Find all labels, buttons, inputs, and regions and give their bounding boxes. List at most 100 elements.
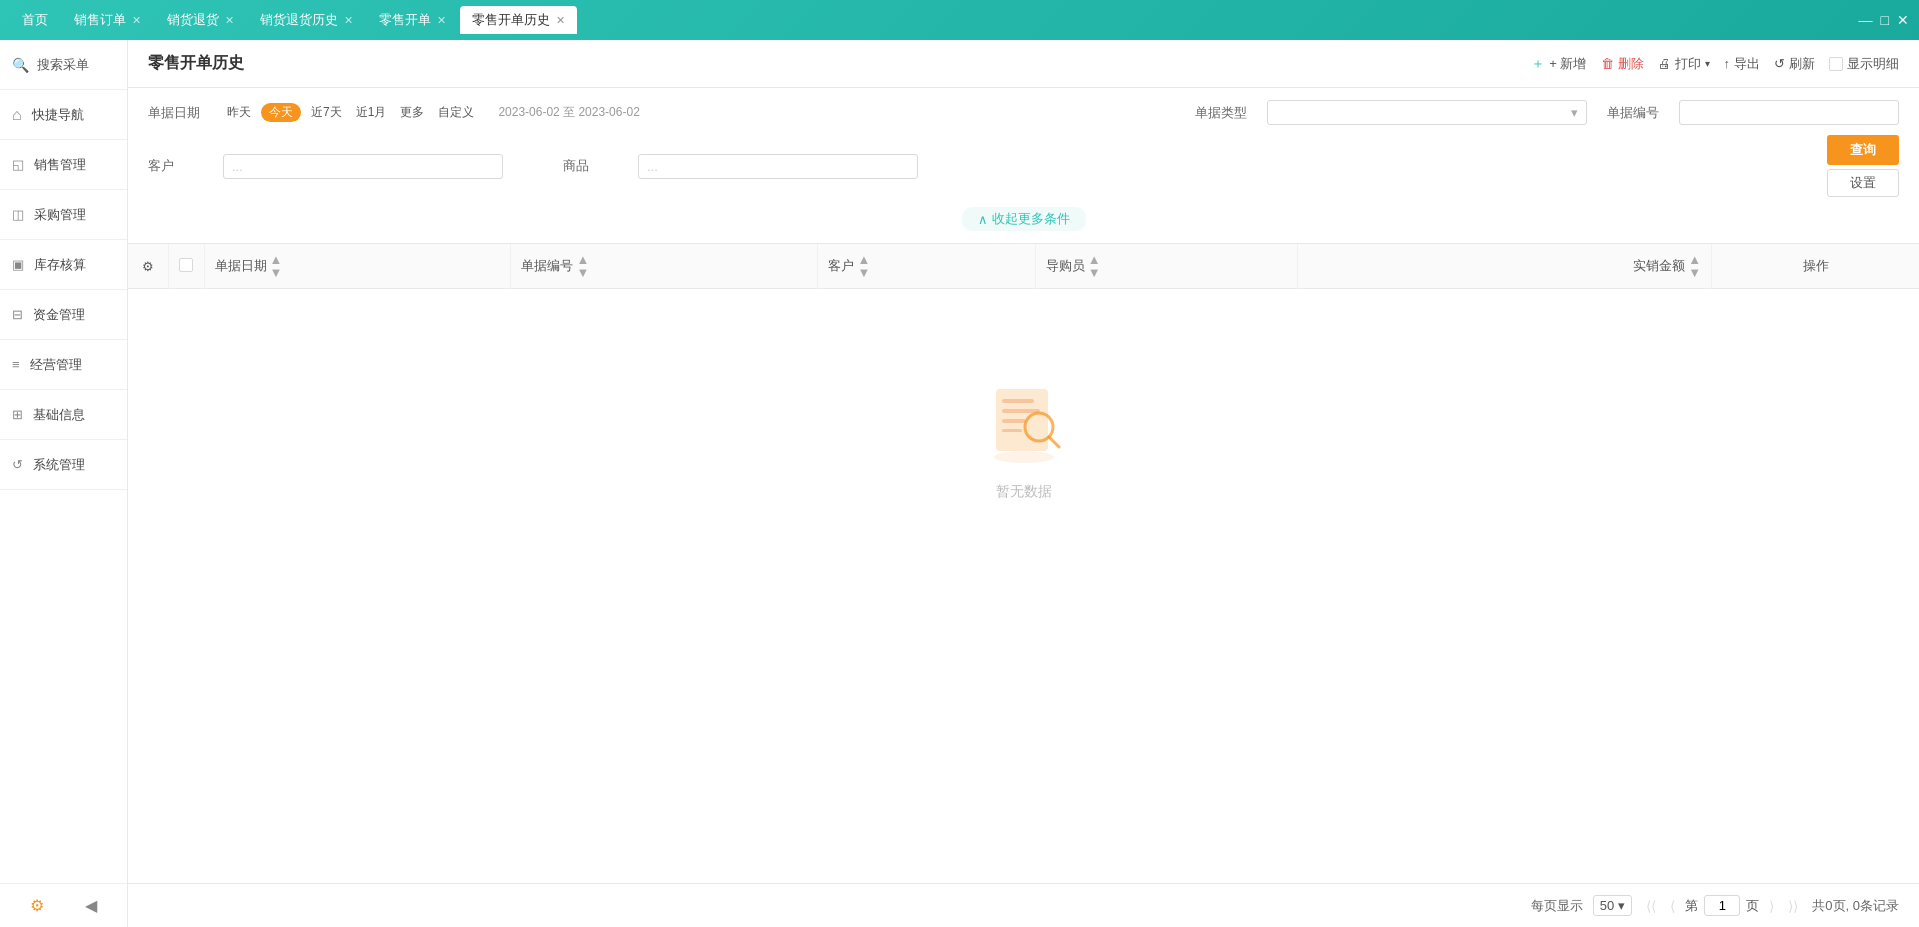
window-controls: — □ ✕ [1859, 12, 1909, 28]
order-type-dropdown-icon: ▾ [1571, 105, 1578, 120]
tab-sales-return-history-close[interactable]: ✕ [344, 14, 353, 27]
collapse-up-icon: ∧ [978, 212, 988, 227]
main-layout: 🔍 搜索采单 ⌂ 快捷导航 ◱ 销售管理 ◫ 采购管理 ▣ 库存核算 ⊟ 资金管… [0, 40, 1919, 927]
collapse-sidebar-btn[interactable]: ◀ [85, 896, 97, 915]
sidebar-item-inventory-label: 库存核算 [34, 256, 86, 274]
settings-btn[interactable]: ⚙ [30, 896, 44, 915]
sidebar-search[interactable]: 🔍 搜索采单 [0, 40, 127, 90]
date-shortcut-more[interactable]: 更多 [396, 103, 428, 122]
sidebar-item-basic-info[interactable]: ⊞ 基础信息 [0, 390, 127, 440]
filter-row-2: 客户 ... 商品 ... 查询 设置 [148, 135, 1899, 197]
svg-rect-4 [1002, 419, 1026, 423]
table-settings-icon[interactable]: ⚙ [142, 259, 154, 274]
page-input[interactable] [1704, 895, 1740, 916]
tab-sales-order-close[interactable]: ✕ [132, 14, 141, 27]
tab-retail-history[interactable]: 零售开单历史 ✕ [460, 6, 577, 34]
page-total: 共0页, 0条记录 [1812, 897, 1899, 915]
sidebar-item-inventory[interactable]: ▣ 库存核算 [0, 240, 127, 290]
minimize-btn[interactable]: — [1859, 12, 1873, 28]
svg-point-0 [994, 451, 1054, 463]
empty-text: 暂无数据 [996, 483, 1052, 501]
search-icon: 🔍 [12, 57, 29, 73]
purchase-icon: ◫ [12, 207, 24, 222]
pagination-bar: 每页显示 50 ▾ ⟨⟨ ⟨ 第 页 ⟩ ⟩⟩ 共0页, 0条记录 [128, 883, 1919, 927]
date-shortcut-1month[interactable]: 近1月 [352, 103, 391, 122]
export-button[interactable]: ↑ 导出 [1724, 55, 1761, 73]
tab-sales-order[interactable]: 销售订单 ✕ [62, 6, 153, 34]
per-page-value: 50 [1600, 898, 1614, 913]
th-checkbox[interactable] [168, 244, 204, 289]
sidebar-item-sys-mgmt[interactable]: ↺ 系统管理 [0, 440, 127, 490]
th-salesperson[interactable]: 导购员 ▲▼ [1035, 244, 1297, 289]
th-action: 操作 [1712, 244, 1919, 289]
sidebar-item-purchase-mgmt[interactable]: ◫ 采购管理 [0, 190, 127, 240]
tab-sales-return-close[interactable]: ✕ [225, 14, 234, 27]
sidebar-item-operations-label: 经营管理 [30, 356, 82, 374]
sidebar-item-sales-mgmt[interactable]: ◱ 销售管理 [0, 140, 127, 190]
header-actions: ＋ + 新增 🗑 删除 🖨 打印 ▾ ↑ 导出 ↺ [1531, 55, 1899, 73]
tab-home[interactable]: 首页 [10, 6, 60, 34]
add-button[interactable]: ＋ + 新增 [1531, 55, 1586, 73]
finance-icon: ⊟ [12, 307, 23, 322]
delete-button[interactable]: 🗑 删除 [1601, 55, 1644, 73]
print-button[interactable]: 🖨 打印 ▾ [1658, 55, 1710, 73]
date-shortcut-yesterday[interactable]: 昨天 [223, 103, 255, 122]
tab-retail-open-label: 零售开单 [379, 11, 431, 29]
th-settings[interactable]: ⚙ [128, 244, 168, 289]
select-all-checkbox[interactable] [179, 258, 193, 272]
tab-sales-return-history[interactable]: 销货退货历史 ✕ [248, 6, 365, 34]
refresh-button[interactable]: ↺ 刷新 [1774, 55, 1815, 73]
page-last-btn[interactable]: ⟩⟩ [1784, 896, 1802, 916]
tab-sales-return[interactable]: 销货退货 ✕ [155, 6, 246, 34]
print-icon: 🖨 [1658, 56, 1671, 71]
th-amount[interactable]: 实销金额 ▲▼ [1297, 244, 1712, 289]
date-shortcut-today[interactable]: 今天 [261, 103, 301, 122]
page-prev-btn[interactable]: ⟨ [1666, 896, 1679, 916]
goods-input[interactable]: ... [638, 154, 918, 179]
order-type-label: 单据类型 [1195, 104, 1247, 122]
query-label: 查询 [1850, 142, 1876, 157]
sales-icon: ◱ [12, 157, 24, 172]
checkbox-detail [1829, 57, 1843, 71]
basic-info-icon: ⊞ [12, 407, 23, 422]
page-header: 零售开单历史 ＋ + 新增 🗑 删除 🖨 打印 ▾ ↑ 导出 [128, 40, 1919, 88]
date-shortcut-custom[interactable]: 自定义 [434, 103, 478, 122]
filter-settings-button[interactable]: 设置 [1827, 169, 1899, 197]
sidebar-item-finance[interactable]: ⊟ 资金管理 [0, 290, 127, 340]
maximize-btn[interactable]: □ [1881, 12, 1889, 28]
collapse-button[interactable]: ∧ 收起更多条件 [962, 207, 1086, 231]
print-dropdown-icon: ▾ [1705, 58, 1710, 69]
th-customer[interactable]: 客户 ▲▼ [818, 244, 1035, 289]
th-date[interactable]: 单据日期 ▲▼ [204, 244, 511, 289]
th-customer-label: 客户 [828, 257, 854, 275]
page-next-btn[interactable]: ⟩ [1765, 896, 1778, 916]
per-page-label: 每页显示 [1531, 897, 1583, 915]
th-no-label: 单据编号 [521, 257, 573, 275]
tab-retail-open-close[interactable]: ✕ [437, 14, 446, 27]
sidebar-item-operations[interactable]: ≡ 经营管理 [0, 340, 127, 390]
query-button[interactable]: 查询 [1827, 135, 1899, 165]
tab-retail-open[interactable]: 零售开单 ✕ [367, 6, 458, 34]
close-btn[interactable]: ✕ [1897, 12, 1909, 28]
order-no-input[interactable] [1679, 100, 1899, 125]
tab-retail-history-close[interactable]: ✕ [556, 14, 565, 27]
svg-line-6 [1049, 437, 1059, 447]
print-label: 打印 [1675, 55, 1701, 73]
sidebar-item-finance-label: 资金管理 [33, 306, 85, 324]
sidebar-item-quick-nav[interactable]: ⌂ 快捷导航 [0, 90, 127, 140]
sort-salesperson-icon: ▲▼ [1088, 253, 1101, 279]
page-first-btn[interactable]: ⟨⟨ [1642, 896, 1660, 916]
th-no[interactable]: 单据编号 ▲▼ [511, 244, 818, 289]
order-type-select[interactable]: ▾ [1267, 100, 1587, 125]
customer-input[interactable]: ... [223, 154, 503, 179]
per-page-select[interactable]: 50 ▾ [1593, 895, 1632, 916]
sidebar-item-sys-mgmt-label: 系统管理 [33, 456, 85, 474]
date-shortcut-7days[interactable]: 近7天 [307, 103, 346, 122]
tab-home-label: 首页 [22, 11, 48, 29]
content-area: 零售开单历史 ＋ + 新增 🗑 删除 🖨 打印 ▾ ↑ 导出 [128, 40, 1919, 927]
date-range-text: 2023-06-02 至 2023-06-02 [498, 104, 639, 121]
empty-state: 暂无数据 [128, 289, 1919, 581]
goods-placeholder: ... [647, 159, 658, 174]
delete-icon: 🗑 [1601, 56, 1614, 71]
show-detail-button[interactable]: 显示明细 [1829, 55, 1899, 73]
